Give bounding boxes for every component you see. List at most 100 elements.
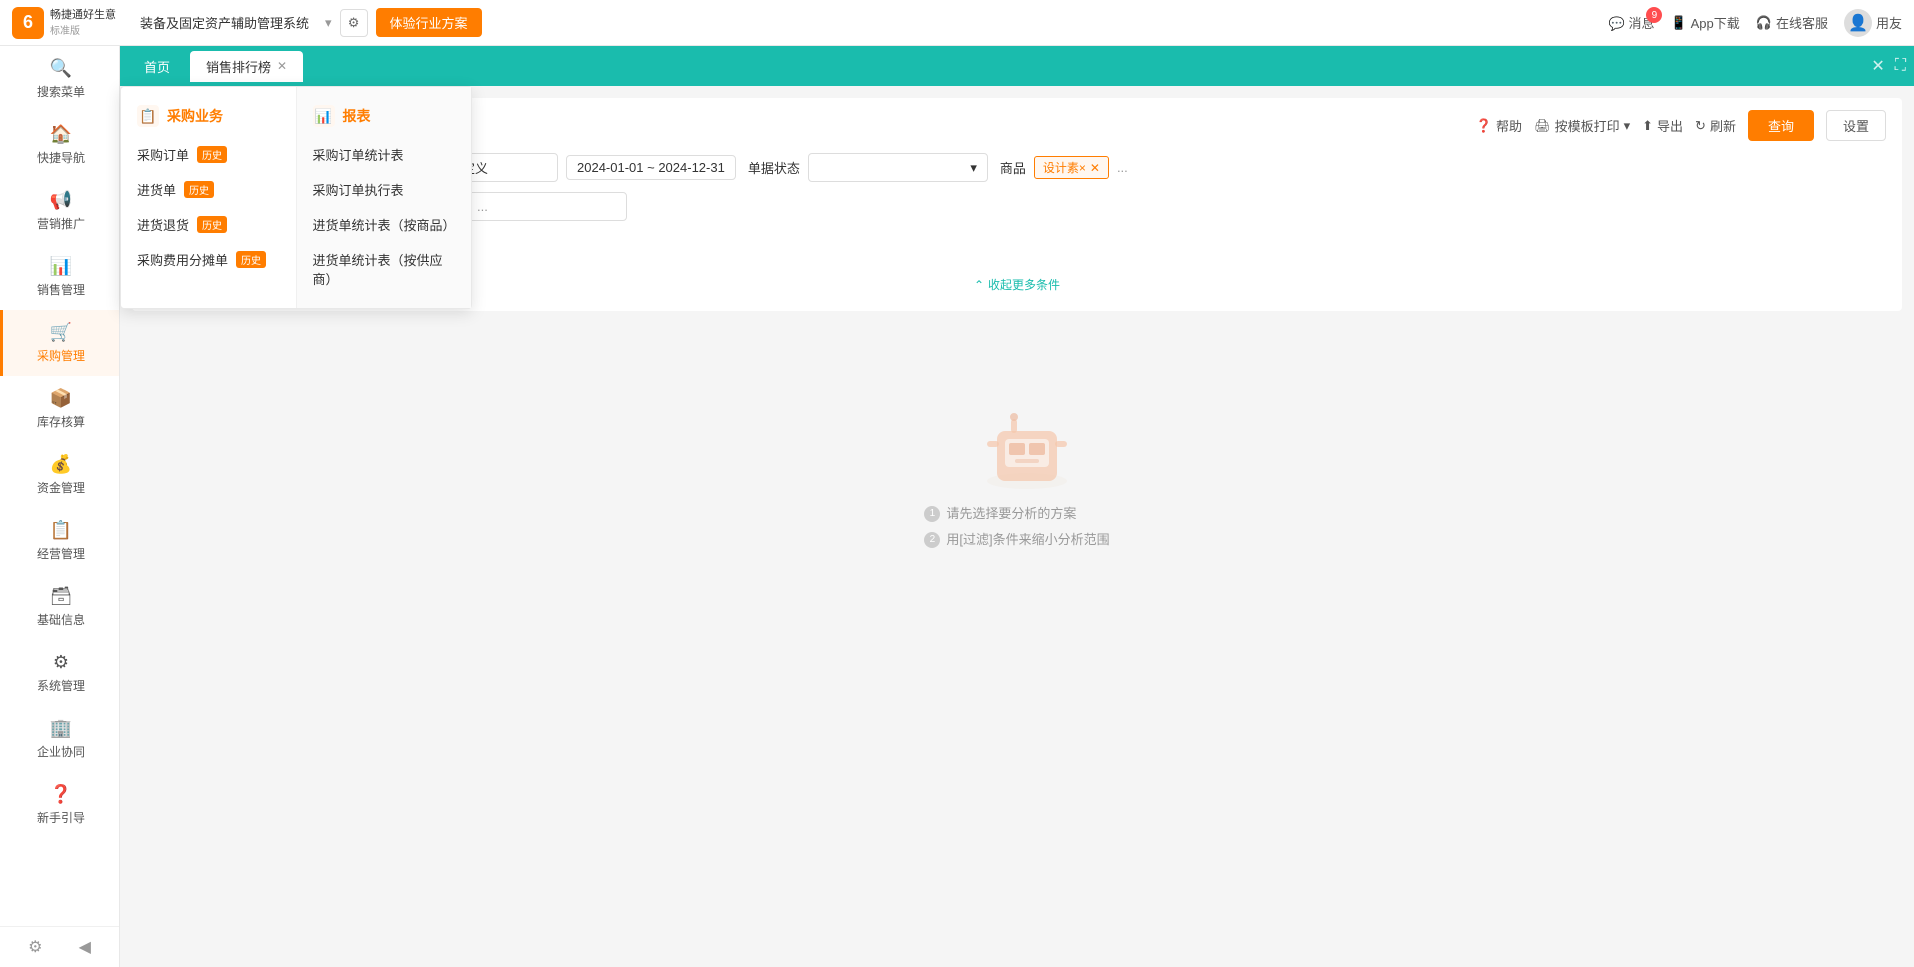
refresh-button[interactable]: ↻ 刷新 <box>1695 116 1736 135</box>
clipboard-icon: 📋 <box>50 520 72 541</box>
sidebar-collapse-button[interactable]: ◀ <box>79 937 91 957</box>
dropdown-purchase-order[interactable]: 采购订单 历史 <box>121 137 296 172</box>
sidebar-item-sales[interactable]: 📊 销售管理 <box>0 244 119 310</box>
empty-illustration <box>967 401 1067 481</box>
sidebar-item-marketing[interactable]: 📢 营销推广 <box>0 178 119 244</box>
voucher-status-dropdown-icon: ▾ <box>970 160 977 176</box>
sidebar: 🔍 搜索菜单 🏠 快捷导航 📢 营销推广 📊 销售管理 🛒 采购管理 📦 库存核… <box>0 46 120 967</box>
goods-filter: 商品 设计素× ✕ ... <box>1000 156 1128 179</box>
system-title: 装备及固定资产辅助管理系统 <box>132 13 317 32</box>
tab-home[interactable]: 首页 <box>128 51 186 82</box>
report-header-icon: 📊 <box>313 105 335 127</box>
sidebar-item-basic[interactable]: 🗃 基础信息 <box>0 574 119 640</box>
dropdown-purchase-order-exec[interactable]: 采购订单执行表 <box>297 172 472 207</box>
dropdown-report-header: 📊 报表 <box>297 99 472 137</box>
megaphone-icon: 📢 <box>50 190 72 211</box>
staff-select[interactable]: ... <box>447 192 627 221</box>
dropdown-stock-in-by-goods[interactable]: 进货单统计表（按商品） <box>297 207 472 242</box>
empty-text: 1 请先选择要分析的方案 2 用[过滤]条件来缩小分析范围 <box>924 501 1109 553</box>
collapse-chevron-icon: ⌃ <box>974 278 984 292</box>
home-icon: 🏠 <box>50 124 72 145</box>
tab-sales-rank[interactable]: 销售排行榜 ✕ <box>190 51 303 82</box>
purchase-order-badge: 历史 <box>197 146 227 163</box>
dropdown-stock-in-by-supplier[interactable]: 进货单统计表（按供应商） <box>297 242 472 296</box>
sidebar-item-search[interactable]: 🔍 搜索菜单 <box>0 46 119 112</box>
settings-button[interactable]: 设置 <box>1826 110 1886 141</box>
tab-bar: 首页 销售排行榜 ✕ ✕ ⛶ <box>120 46 1914 86</box>
sidebar-item-quick[interactable]: 🏠 快捷导航 <box>0 112 119 178</box>
search-icon: 🔍 <box>50 58 72 79</box>
tab-close-icon[interactable]: ✕ <box>277 59 287 73</box>
empty-step-2: 2 用[过滤]条件来缩小分析范围 <box>924 527 1109 553</box>
top-header: 6 畅捷通好生意 标准版 装备及固定资产辅助管理系统 ▾ ⚙ 体验行业方案 💬 … <box>0 0 1914 46</box>
user-menu-button[interactable]: 👤 用友 <box>1844 9 1902 37</box>
settings-gear-button[interactable]: ⚙ <box>340 9 368 37</box>
help-icon: ❓ <box>1476 118 1492 134</box>
print-icon: 🖨 <box>1534 118 1551 134</box>
user-avatar: 👤 <box>1844 9 1872 37</box>
header-right: 💬 9 消息 📱 App下载 🎧 在线客服 👤 用友 <box>1609 9 1902 37</box>
dropdown-purchase-header: 📋 采购业务 <box>121 99 296 137</box>
money-icon: 💰 <box>50 454 72 475</box>
tab-bar-actions: ✕ ⛶ <box>1871 56 1906 76</box>
print-dropdown-icon: ▾ <box>1624 118 1631 134</box>
tab-maximize-icon[interactable]: ⛶ <box>1895 57 1906 75</box>
notification-badge: 9 <box>1646 7 1662 23</box>
tab-close-all-icon[interactable]: ✕ <box>1871 56 1884 76</box>
dropdown-purchase-col: 📋 采购业务 采购订单 历史 进货单 历史 进货退货 历史 采购费用分摊单 历史 <box>121 87 297 308</box>
purchase-dropdown-menu: 📋 采购业务 采购订单 历史 进货单 历史 进货退货 历史 采购费用分摊单 历史… <box>120 86 472 309</box>
industry-solution-button[interactable]: 体验行业方案 <box>376 8 482 37</box>
dropdown-stock-return[interactable]: 进货退货 历史 <box>121 207 296 242</box>
step-1-number: 1 <box>924 506 940 522</box>
purchase-expense-badge: 历史 <box>236 251 266 268</box>
system-dropdown-icon[interactable]: ▾ <box>325 15 332 31</box>
refresh-icon: ↻ <box>1695 118 1706 134</box>
chart-icon: 📊 <box>50 256 72 277</box>
logo-text: 畅捷通好生意 标准版 <box>50 8 116 37</box>
stock-return-badge: 历史 <box>197 216 227 233</box>
app-download-button[interactable]: 📱 App下载 <box>1670 13 1739 32</box>
goods-more-dots[interactable]: ... <box>1117 160 1128 175</box>
voucher-status-select[interactable]: ▾ <box>808 153 988 182</box>
dropdown-purchase-order-stat[interactable]: 采购订单统计表 <box>297 137 472 172</box>
export-button[interactable]: ⬆ 导出 <box>1642 116 1683 135</box>
print-button[interactable]: 🖨 按模板打印 ▾ <box>1534 116 1630 135</box>
purchase-header-icon: 📋 <box>137 105 159 127</box>
sidebar-item-inventory[interactable]: 📦 库存核算 <box>0 376 119 442</box>
headset-icon: 🎧 <box>1756 15 1772 31</box>
question-icon: ❓ <box>50 784 72 805</box>
empty-step-1: 1 请先选择要分析的方案 <box>924 501 1109 527</box>
export-icon: ⬆ <box>1642 118 1653 134</box>
goods-tag-close-icon[interactable]: ✕ <box>1090 161 1100 175</box>
gear-icon: ⚙ <box>53 652 69 673</box>
online-service-button[interactable]: 🎧 在线客服 <box>1756 13 1828 32</box>
dropdown-purchase-expense[interactable]: 采购费用分摊单 历史 <box>121 242 296 277</box>
notifications-button[interactable]: 💬 9 消息 <box>1609 13 1655 32</box>
empty-state: 1 请先选择要分析的方案 2 用[过滤]条件来缩小分析范围 <box>132 321 1902 633</box>
sidebar-item-finance[interactable]: 💰 资金管理 <box>0 442 119 508</box>
logo-area: 6 畅捷通好生意 标准版 <box>12 7 132 39</box>
sidebar-item-system[interactable]: ⚙ 系统管理 <box>0 640 119 706</box>
sidebar-settings-button[interactable]: ⚙ <box>28 937 42 957</box>
sidebar-item-purchase[interactable]: 🛒 采购管理 <box>0 310 119 376</box>
voucher-status-filter: 单据状态 ▾ <box>748 153 988 182</box>
goods-tag[interactable]: 设计素× ✕ <box>1034 156 1109 179</box>
logo-icon: 6 <box>12 7 44 39</box>
sidebar-item-enterprise[interactable]: 🏢 企业协同 <box>0 706 119 772</box>
cart-icon: 🛒 <box>50 322 72 343</box>
date-range-value[interactable]: 2024-01-01 ~ 2024-12-31 <box>566 155 736 180</box>
step-2-number: 2 <box>924 532 940 548</box>
stock-in-badge: 历史 <box>184 181 214 198</box>
query-button[interactable]: 查询 <box>1748 110 1814 141</box>
dropdown-stock-in[interactable]: 进货单 历史 <box>121 172 296 207</box>
sidebar-item-guide[interactable]: ❓ 新手引导 <box>0 772 119 838</box>
phone-icon: 📱 <box>1670 15 1686 31</box>
database-icon: 🗃 <box>50 586 73 607</box>
box-icon: 📦 <box>50 388 72 409</box>
help-button[interactable]: ❓ 帮助 <box>1476 116 1522 135</box>
building-icon: 🏢 <box>50 718 72 739</box>
staff-dots: ... <box>477 199 488 214</box>
header-system: 装备及固定资产辅助管理系统 ▾ ⚙ 体验行业方案 <box>132 8 1609 37</box>
message-icon: 💬 <box>1609 16 1625 31</box>
sidebar-item-operation[interactable]: 📋 经营管理 <box>0 508 119 574</box>
